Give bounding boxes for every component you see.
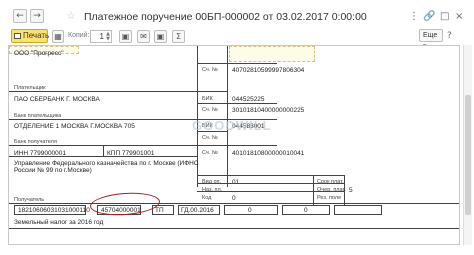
title-bar: ← → ☆ Платежное поручение 00БП-000002 от…: [0, 0, 474, 28]
sigma-icon: Σ: [175, 32, 182, 41]
ocher-plat-value: 5: [349, 187, 353, 194]
printer-icon: [14, 33, 21, 39]
favorite-star-icon[interactable]: ☆: [66, 10, 76, 21]
lock-icon: ▣: [156, 32, 165, 41]
send-button[interactable]: ✉: [137, 30, 150, 43]
payer-account-label: Сч. №: [202, 67, 218, 73]
kod-value: 0: [232, 195, 236, 202]
lock-button[interactable]: ▣: [154, 30, 167, 43]
basis-value: ТП: [155, 207, 164, 214]
window-menu-icon[interactable]: ⋮: [409, 12, 419, 22]
payment-purpose: Земельный налог за 2016 год: [14, 219, 104, 226]
copies-label: Копий:: [68, 32, 90, 39]
payment-order-document: ООО "Прогресс" Сч. № 4070281059999780630…: [8, 45, 460, 245]
payee-name-line2: России № 99 по г.Москве): [14, 167, 92, 174]
rez-pole-label: Рез. поле: [317, 195, 342, 201]
doc-date-value: 0: [304, 207, 308, 214]
vid-op-label: Вид оп.: [202, 179, 222, 185]
arrow-right-icon: →: [33, 11, 41, 21]
save-button[interactable]: ▣: [119, 30, 132, 43]
print-preview-button[interactable]: ▦: [52, 30, 64, 43]
toolbar: Печать ▦ Копий: 1 ▲▼ ▣ ✉ ▣ Σ Еще ▾ ?: [0, 28, 474, 50]
forward-button[interactable]: →: [30, 9, 44, 23]
more-label: Еще: [423, 32, 438, 39]
scrollbar-thumb[interactable]: [465, 95, 471, 215]
payee-bank-name: ОТДЕЛЕНИЕ 1 МОСКВА Г.МОСКВА 705: [14, 123, 135, 130]
watermark: GOODWILL: [192, 118, 272, 133]
period-value: ГД.00.2016: [181, 207, 214, 214]
ocher-plat-label: Очер. плат.: [317, 187, 346, 193]
kod-label: Код: [202, 195, 212, 201]
print-button[interactable]: Печать: [11, 29, 50, 43]
payer-bank-bik-label: БИК: [202, 96, 213, 102]
more-button[interactable]: Еще ▾: [419, 29, 443, 50]
payer-bank-bik: 044525225: [232, 96, 265, 103]
back-button[interactable]: ←: [13, 9, 27, 23]
floppy-icon: ▣: [121, 32, 130, 41]
payer-account: 40702810599997806304: [232, 67, 305, 74]
arrow-left-icon: ←: [16, 11, 24, 21]
payee-account-label: Сч. №: [202, 150, 218, 156]
maximize-icon[interactable]: □: [440, 12, 449, 22]
envelope-icon: ✉: [140, 32, 147, 41]
payee-bank-account-label: Сч. №: [202, 135, 218, 141]
preview-icon: ▦: [54, 32, 62, 41]
amount-field[interactable]: [229, 46, 315, 62]
oktmo-highlight-circle: [89, 190, 161, 218]
copies-spin-icon[interactable]: ▲ ▼: [106, 32, 110, 42]
window-title: Платежное поручение 00БП-000002 от 03.02…: [84, 11, 367, 23]
sum-button[interactable]: Σ: [172, 30, 185, 43]
copies-value: 1: [99, 32, 104, 41]
payer-bank-name: ПАО СБЕРБАНК Г. МОСКВА: [14, 96, 100, 103]
payer-bank-account-label: Сч. №: [202, 107, 218, 113]
help-icon[interactable]: ?: [447, 31, 452, 41]
srok-plat-label: Срок плат.: [317, 179, 344, 185]
kbk-value: 18210606031031000110: [18, 207, 90, 214]
close-icon[interactable]: ×: [455, 12, 463, 22]
vertical-scrollbar[interactable]: [463, 45, 472, 245]
link-icon[interactable]: 🔗: [423, 12, 435, 22]
print-label: Печать: [23, 31, 50, 40]
payer-bank-account: 30101810400000000225: [232, 107, 305, 114]
copies-input[interactable]: 1 ▲ ▼: [90, 30, 112, 43]
naz-pl-label: Наз. пл.: [202, 187, 223, 193]
payee-name-line1: Управление Федерального казначейства по …: [14, 160, 199, 167]
doc-number-value: 0: [248, 207, 252, 214]
payee-account: 40101810800000010041: [232, 150, 305, 157]
payer-name: ООО "Прогресс": [14, 50, 64, 57]
reserved-cell: [334, 205, 382, 215]
